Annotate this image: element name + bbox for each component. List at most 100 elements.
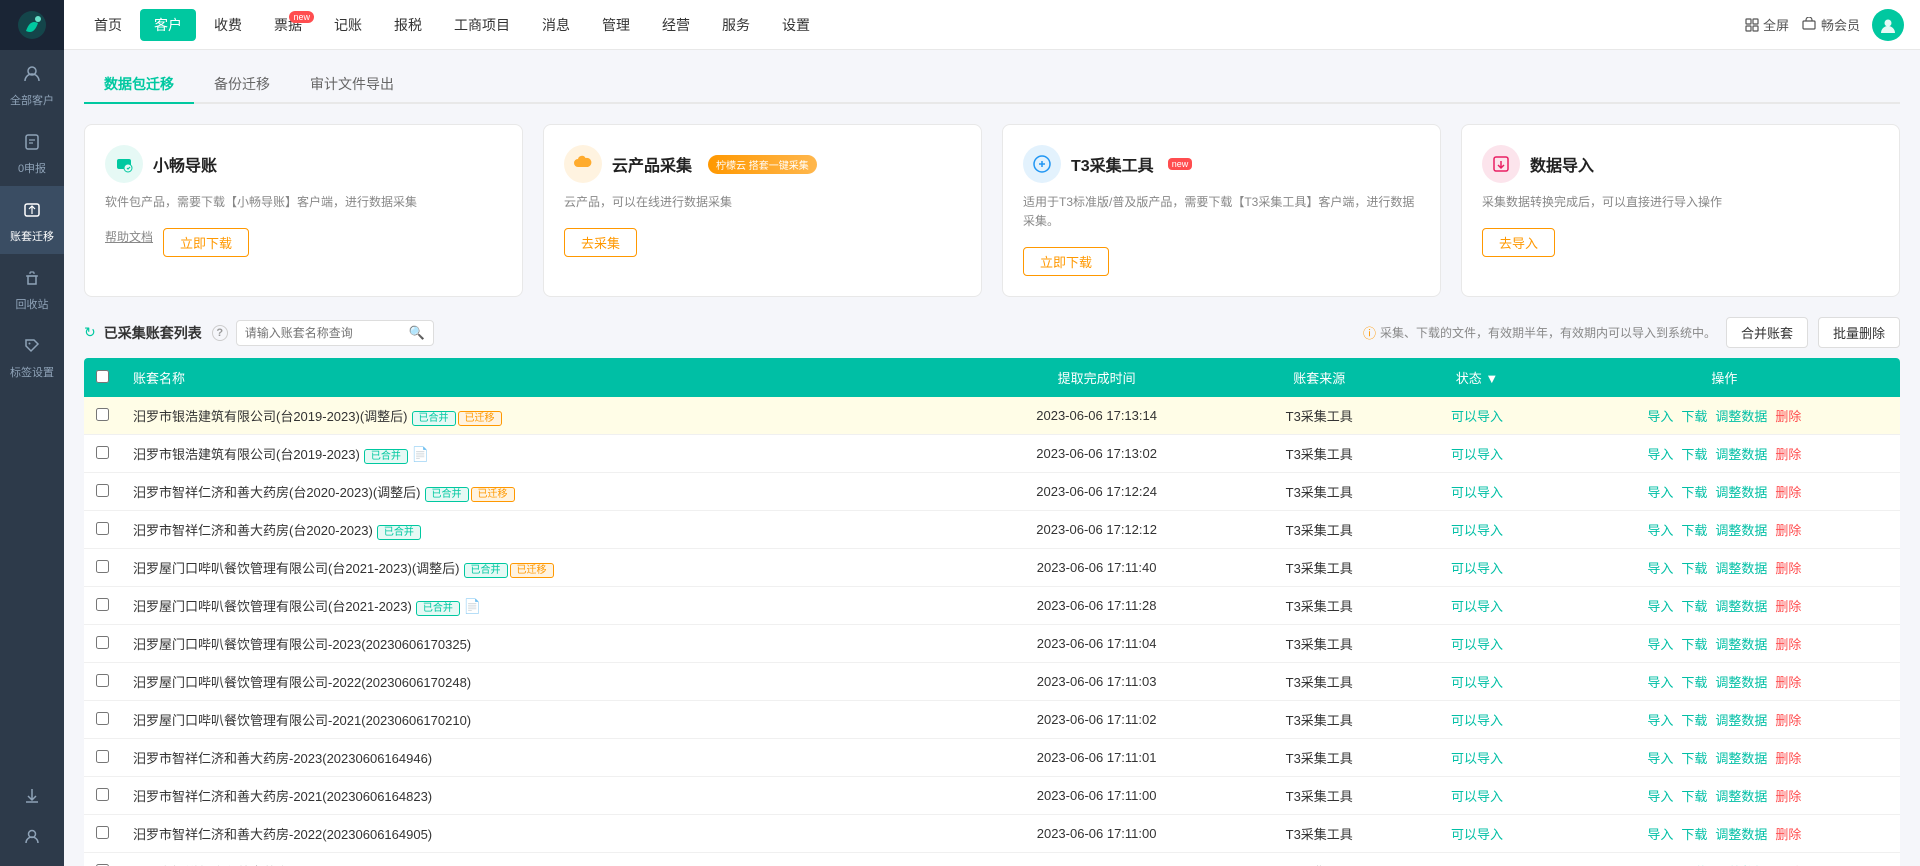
row-checkbox[interactable] <box>96 712 109 725</box>
nav-service[interactable]: 服务 <box>708 9 764 41</box>
import-action[interactable]: 导入 <box>1647 523 1673 538</box>
delete-action[interactable]: 删除 <box>1775 485 1801 500</box>
import-action[interactable]: 导入 <box>1647 751 1673 766</box>
delete-action[interactable]: 删除 <box>1775 447 1801 462</box>
import-action[interactable]: 导入 <box>1647 789 1673 804</box>
nav-accounting[interactable]: 记账 <box>320 9 376 41</box>
adjust-action[interactable]: 调整数据 <box>1715 561 1767 576</box>
row-checkbox[interactable] <box>96 446 109 459</box>
download-action[interactable]: 下载 <box>1681 713 1707 728</box>
download-action[interactable]: 下载 <box>1681 751 1707 766</box>
import-action[interactable]: 导入 <box>1647 409 1673 424</box>
row-checkbox[interactable] <box>96 522 109 535</box>
adjust-action[interactable]: 调整数据 <box>1715 751 1767 766</box>
sidebar-download[interactable] <box>22 776 42 816</box>
refresh-icon[interactable]: ↻ <box>84 324 96 341</box>
adjust-action[interactable]: 调整数据 <box>1715 447 1767 462</box>
adjust-action[interactable]: 调整数据 <box>1715 485 1767 500</box>
xiao-chang-help-doc-btn[interactable]: 帮助文档 <box>105 228 153 257</box>
select-all-checkbox[interactable] <box>96 370 109 383</box>
delete-action[interactable]: 删除 <box>1775 713 1801 728</box>
sidebar-item-tag-settings[interactable]: 标签设置 <box>0 322 64 390</box>
nav-business[interactable]: 工商项目 <box>440 9 524 41</box>
sidebar-item-all-customers[interactable]: 全部客户 <box>0 50 64 118</box>
nav-invoice[interactable]: 票据 new <box>260 9 316 41</box>
delete-action[interactable]: 删除 <box>1775 827 1801 842</box>
download-action[interactable]: 下载 <box>1681 637 1707 652</box>
row-checkbox[interactable] <box>96 636 109 649</box>
search-input[interactable] <box>245 326 405 340</box>
nav-operation[interactable]: 经营 <box>648 9 704 41</box>
row-checkbox[interactable] <box>96 674 109 687</box>
row-checkbox[interactable] <box>96 826 109 839</box>
delete-action[interactable]: 删除 <box>1775 561 1801 576</box>
search-icon[interactable]: 🔍 <box>409 325 425 341</box>
delete-action[interactable]: 删除 <box>1775 751 1801 766</box>
import-action[interactable]: 导入 <box>1647 599 1673 614</box>
sidebar-item-account-migration[interactable]: 账套迁移 <box>0 186 64 254</box>
delete-action[interactable]: 删除 <box>1775 599 1801 614</box>
merge-accounts-btn[interactable]: 合并账套 <box>1726 317 1808 348</box>
row-checkbox[interactable] <box>96 788 109 801</box>
batch-delete-btn[interactable]: 批量删除 <box>1818 317 1900 348</box>
file-icon[interactable]: 📄 <box>464 598 481 614</box>
nav-collection[interactable]: 收费 <box>200 9 256 41</box>
tab-backup-migration[interactable]: 备份迁移 <box>194 66 290 104</box>
download-action[interactable]: 下载 <box>1681 827 1707 842</box>
download-action[interactable]: 下载 <box>1681 485 1707 500</box>
tab-audit-export[interactable]: 审计文件导出 <box>290 66 414 104</box>
import-action[interactable]: 导入 <box>1647 637 1673 652</box>
delete-action[interactable]: 删除 <box>1775 523 1801 538</box>
nav-management[interactable]: 管理 <box>588 9 644 41</box>
download-action[interactable]: 下载 <box>1681 789 1707 804</box>
adjust-action[interactable]: 调整数据 <box>1715 713 1767 728</box>
import-action[interactable]: 导入 <box>1647 447 1673 462</box>
sidebar-item-zero-report[interactable]: 0申报 <box>0 118 64 186</box>
fullscreen-btn[interactable]: 全屏 <box>1745 15 1789 34</box>
member-btn[interactable]: 畅会员 <box>1801 15 1860 34</box>
file-icon[interactable]: 📄 <box>412 446 429 462</box>
download-action[interactable]: 下载 <box>1681 447 1707 462</box>
adjust-action[interactable]: 调整数据 <box>1715 637 1767 652</box>
nav-customer[interactable]: 客户 <box>140 9 196 41</box>
user-avatar[interactable] <box>1872 9 1904 41</box>
download-action[interactable]: 下载 <box>1681 523 1707 538</box>
download-action[interactable]: 下载 <box>1681 599 1707 614</box>
xiao-chang-download-btn[interactable]: 立即下载 <box>163 228 249 257</box>
delete-action[interactable]: 删除 <box>1775 789 1801 804</box>
row-checkbox[interactable] <box>96 484 109 497</box>
nav-tax[interactable]: 报税 <box>380 9 436 41</box>
list-help-icon[interactable]: ? <box>212 325 228 341</box>
nav-message[interactable]: 消息 <box>528 9 584 41</box>
delete-action[interactable]: 删除 <box>1775 637 1801 652</box>
import-action[interactable]: 导入 <box>1647 827 1673 842</box>
adjust-action[interactable]: 调整数据 <box>1715 599 1767 614</box>
download-action[interactable]: 下载 <box>1681 409 1707 424</box>
sidebar-user[interactable] <box>22 816 42 856</box>
tab-data-migration[interactable]: 数据包迁移 <box>84 66 194 104</box>
adjust-action[interactable]: 调整数据 <box>1715 409 1767 424</box>
cloud-collect-btn[interactable]: 去采集 <box>564 228 637 257</box>
nav-settings[interactable]: 设置 <box>768 9 824 41</box>
adjust-action[interactable]: 调整数据 <box>1715 675 1767 690</box>
download-action[interactable]: 下载 <box>1681 675 1707 690</box>
download-action[interactable]: 下载 <box>1681 561 1707 576</box>
import-go-btn[interactable]: 去导入 <box>1482 228 1555 257</box>
delete-action[interactable]: 删除 <box>1775 675 1801 690</box>
import-action[interactable]: 导入 <box>1647 561 1673 576</box>
import-action[interactable]: 导入 <box>1647 675 1673 690</box>
t3-download-btn[interactable]: 立即下载 <box>1023 247 1109 276</box>
adjust-action[interactable]: 调整数据 <box>1715 523 1767 538</box>
row-checkbox[interactable] <box>96 750 109 763</box>
delete-action[interactable]: 删除 <box>1775 409 1801 424</box>
row-checkbox[interactable] <box>96 560 109 573</box>
nav-home[interactable]: 首页 <box>80 9 136 41</box>
sidebar-item-recycle-bin[interactable]: 回收站 <box>0 254 64 322</box>
import-action[interactable]: 导入 <box>1647 713 1673 728</box>
row-checkbox[interactable] <box>96 408 109 421</box>
row-checkbox[interactable] <box>96 598 109 611</box>
col-status[interactable]: 状态 ▼ <box>1405 358 1548 397</box>
import-action[interactable]: 导入 <box>1647 485 1673 500</box>
adjust-action[interactable]: 调整数据 <box>1715 789 1767 804</box>
adjust-action[interactable]: 调整数据 <box>1715 827 1767 842</box>
